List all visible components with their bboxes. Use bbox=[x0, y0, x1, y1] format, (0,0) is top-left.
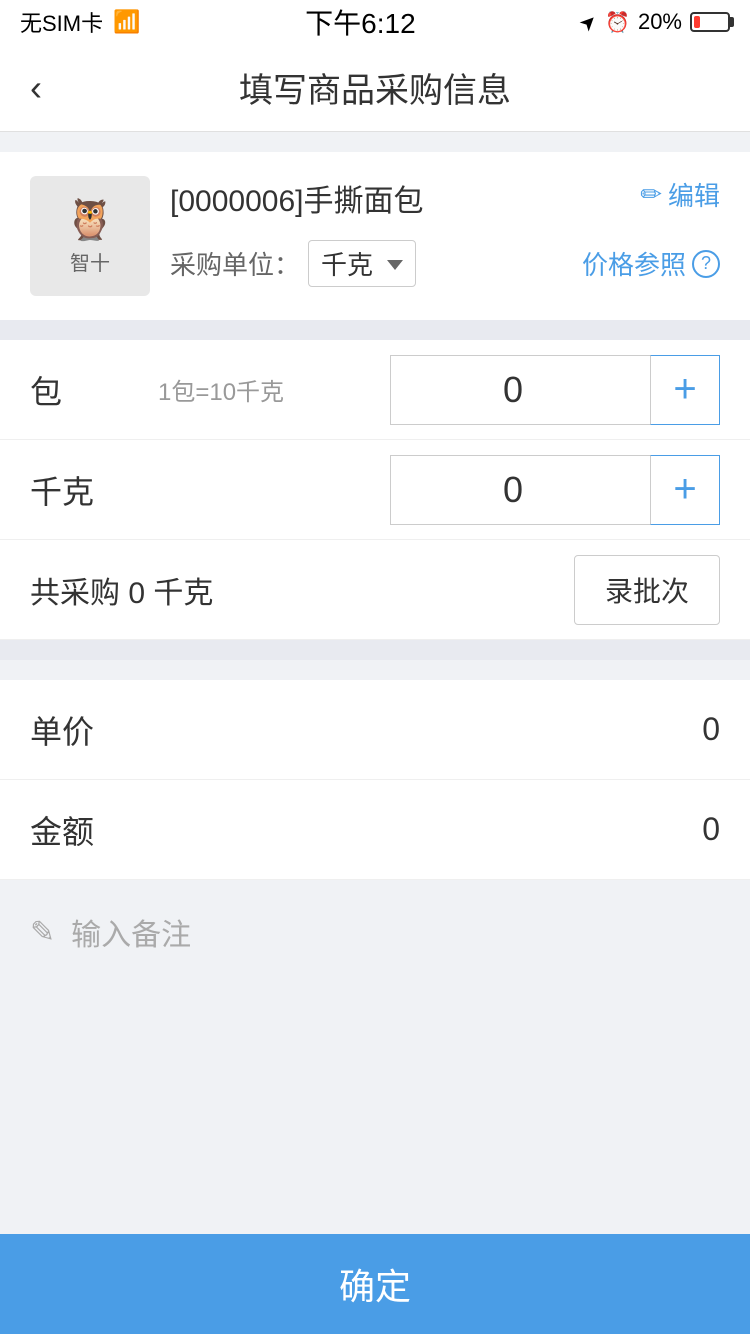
kg-plus-button[interactable]: + bbox=[650, 455, 720, 525]
bao-sublabel: 1包=10千克 bbox=[158, 372, 390, 407]
price-ref-button[interactable]: 价格参照 ? bbox=[582, 245, 720, 282]
unit-price-label: 单价 bbox=[30, 707, 702, 753]
status-left: 无SIM卡 bbox=[20, 6, 141, 38]
product-image-inner: 🦉 智十 bbox=[50, 196, 130, 276]
status-right: 20% bbox=[580, 9, 730, 35]
bao-label: 包 bbox=[30, 367, 150, 413]
kg-input-control: + bbox=[390, 455, 720, 525]
nav-bar: ‹ 填写商品采购信息 bbox=[0, 44, 750, 132]
amount-row: 金额 0 bbox=[0, 780, 750, 880]
back-button[interactable]: ‹ bbox=[30, 67, 42, 109]
battery-fill bbox=[694, 16, 700, 28]
location-icon bbox=[580, 9, 597, 35]
remark-input-area[interactable]: ✎ 输入备注 bbox=[30, 910, 720, 954]
unit-price-row: 单价 0 bbox=[0, 680, 750, 780]
summary-row: 共采购 0 千克 录批次 bbox=[0, 540, 750, 640]
quantity-row-bao: 包 1包=10千克 + bbox=[0, 340, 750, 440]
edit-icon: ✏ bbox=[640, 179, 662, 210]
unit-value: 千克 bbox=[321, 245, 373, 282]
battery-icon bbox=[690, 12, 730, 32]
remark-section: ✎ 输入备注 bbox=[0, 880, 750, 1280]
quantity-section: 包 1包=10千克 + 千克 + 共采购 0 千克 录批次 bbox=[0, 340, 750, 640]
edit-label: 编辑 bbox=[668, 176, 720, 213]
unit-select[interactable]: 千克 bbox=[308, 240, 416, 287]
price-section: 单价 0 金额 0 bbox=[0, 680, 750, 880]
info-icon: ? bbox=[692, 250, 720, 278]
sim-label: 无SIM卡 bbox=[20, 6, 103, 38]
section-divider-2 bbox=[0, 640, 750, 660]
status-bar: 无SIM卡 下午6:12 20% bbox=[0, 0, 750, 44]
kg-quantity-input[interactable] bbox=[390, 455, 650, 525]
pencil-icon: ✎ bbox=[30, 915, 55, 950]
product-name: [0000006]手撕面包 bbox=[170, 176, 423, 220]
remark-placeholder: 输入备注 bbox=[71, 910, 191, 954]
summary-amount: 0 bbox=[128, 577, 153, 610]
amount-label: 金额 bbox=[30, 807, 702, 853]
unit-price-value: 0 bbox=[702, 711, 720, 748]
summary-label: 共采购 bbox=[30, 577, 128, 610]
wifi-icon bbox=[113, 8, 140, 36]
product-card: 🦉 智十 [0000006]手撕面包 ✏ 编辑 采购单位： 千克 价格参照 ? bbox=[0, 152, 750, 320]
batch-button[interactable]: 录批次 bbox=[574, 555, 720, 625]
summary-unit: 千克 bbox=[153, 577, 213, 610]
edit-button[interactable]: ✏ 编辑 bbox=[640, 176, 720, 213]
status-time: 下午6:12 bbox=[305, 2, 416, 42]
product-unit-row: 采购单位： 千克 价格参照 ? bbox=[170, 240, 720, 287]
bao-input-control: + bbox=[390, 355, 720, 425]
confirm-button[interactable]: 确定 bbox=[0, 1234, 750, 1334]
confirm-label: 确定 bbox=[339, 1258, 411, 1310]
summary-text: 共采购 0 千克 bbox=[30, 568, 574, 612]
product-logo-icon: 🦉 bbox=[65, 196, 115, 243]
alarm-icon bbox=[605, 9, 630, 35]
amount-value: 0 bbox=[702, 811, 720, 848]
bao-plus-button[interactable]: + bbox=[650, 355, 720, 425]
product-brand: 智十 bbox=[70, 247, 110, 276]
page-title: 填写商品采购信息 bbox=[239, 63, 511, 112]
unit-selector-group: 采购单位： 千克 bbox=[170, 240, 416, 287]
product-header: [0000006]手撕面包 ✏ 编辑 bbox=[170, 176, 720, 220]
bao-quantity-input[interactable] bbox=[390, 355, 650, 425]
kg-label: 千克 bbox=[30, 467, 150, 513]
battery-percent: 20% bbox=[638, 9, 682, 35]
chevron-down-icon bbox=[381, 248, 403, 279]
product-image: 🦉 智十 bbox=[30, 176, 150, 296]
section-divider-1 bbox=[0, 320, 750, 340]
product-info: [0000006]手撕面包 ✏ 编辑 采购单位： 千克 价格参照 ? bbox=[170, 176, 720, 287]
price-ref-label: 价格参照 bbox=[582, 245, 686, 282]
unit-label: 采购单位： bbox=[170, 245, 300, 282]
quantity-row-kg: 千克 + bbox=[0, 440, 750, 540]
